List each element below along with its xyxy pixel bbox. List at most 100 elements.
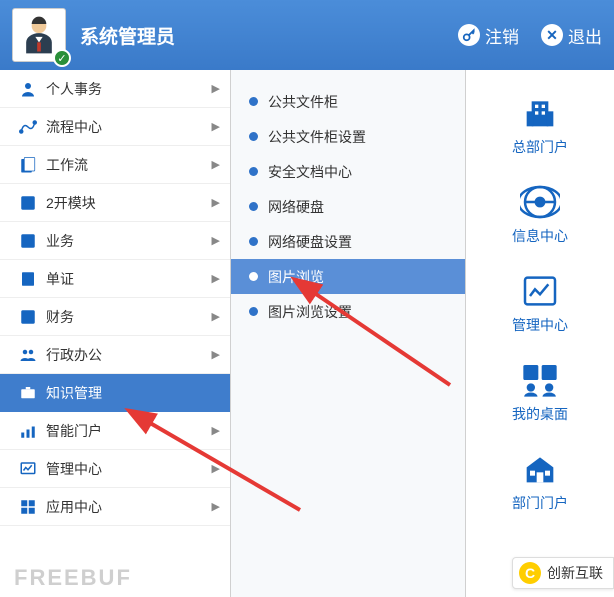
bullet-icon bbox=[249, 307, 258, 316]
app-header: ✓ 系统管理员 注销 ✕ 退出 bbox=[0, 0, 614, 70]
sub-nav-label: 网络硬盘设置 bbox=[268, 232, 352, 252]
info-icon bbox=[519, 181, 561, 223]
module-icon bbox=[18, 193, 38, 213]
right-nav-item-1[interactable]: 信息中心 bbox=[466, 173, 614, 254]
key-icon bbox=[458, 24, 480, 46]
manage-icon bbox=[18, 459, 38, 479]
right-nav-label: 信息中心 bbox=[512, 226, 568, 246]
sub-nav-label: 网络硬盘 bbox=[268, 197, 324, 217]
sub-nav: 公共文件柜公共文件柜设置安全文档中心网络硬盘网络硬盘设置图片浏览图片浏览设置 bbox=[231, 70, 466, 597]
left-nav-item-10[interactable]: 管理中心▶ bbox=[0, 450, 230, 488]
left-nav-label: 管理中心 bbox=[46, 459, 212, 479]
right-nav-label: 部门门户 bbox=[512, 493, 568, 513]
sub-nav-item-1[interactable]: 公共文件柜设置 bbox=[231, 119, 465, 154]
left-nav-item-5[interactable]: 单证▶ bbox=[0, 260, 230, 298]
left-nav-item-0[interactable]: 个人事务▶ bbox=[0, 70, 230, 108]
hq-icon bbox=[519, 92, 561, 134]
left-nav-label: 智能门户 bbox=[46, 421, 212, 441]
left-nav-item-4[interactable]: 业务▶ bbox=[0, 222, 230, 260]
sub-nav-item-0[interactable]: 公共文件柜 bbox=[231, 84, 465, 119]
right-nav: 总部门户信息中心管理中心我的桌面部门门户 bbox=[466, 70, 614, 597]
apps-icon bbox=[18, 497, 38, 517]
sub-nav-item-5[interactable]: 图片浏览 bbox=[231, 259, 465, 294]
left-nav-label: 个人事务 bbox=[46, 79, 212, 99]
left-nav-label: 流程中心 bbox=[46, 117, 212, 137]
bullet-icon bbox=[249, 132, 258, 141]
bullet-icon bbox=[249, 97, 258, 106]
left-nav-item-6[interactable]: 财务▶ bbox=[0, 298, 230, 336]
chevron-right-icon: ▶ bbox=[212, 424, 220, 437]
portal-icon bbox=[18, 421, 38, 441]
left-nav-label: 工作流 bbox=[46, 155, 212, 175]
right-nav-item-3[interactable]: 我的桌面 bbox=[466, 351, 614, 432]
bullet-icon bbox=[249, 167, 258, 176]
sub-nav-label: 安全文档中心 bbox=[268, 162, 352, 182]
brand-logo-icon: C bbox=[519, 562, 541, 584]
chevron-right-icon: ▶ bbox=[212, 120, 220, 133]
chevron-right-icon: ▶ bbox=[212, 272, 220, 285]
flow-icon bbox=[18, 117, 38, 137]
sub-nav-label: 图片浏览设置 bbox=[268, 302, 352, 322]
left-nav-label: 2开模块 bbox=[46, 193, 212, 213]
desktop-icon bbox=[519, 359, 561, 401]
status-badge-icon: ✓ bbox=[53, 49, 71, 67]
chevron-right-icon: ▶ bbox=[212, 462, 220, 475]
left-nav-label: 财务 bbox=[46, 307, 212, 327]
form-icon bbox=[18, 269, 38, 289]
left-nav-label: 行政办公 bbox=[46, 345, 212, 365]
right-nav-item-2[interactable]: 管理中心 bbox=[466, 262, 614, 343]
brand-text: 创新互联 bbox=[547, 563, 603, 583]
right-nav-label: 我的桌面 bbox=[512, 404, 568, 424]
chevron-right-icon: ▶ bbox=[212, 234, 220, 247]
sub-nav-item-6[interactable]: 图片浏览设置 bbox=[231, 294, 465, 329]
avatar[interactable]: ✓ bbox=[12, 8, 66, 62]
left-nav-label: 业务 bbox=[46, 231, 212, 251]
chevron-right-icon: ▶ bbox=[212, 500, 220, 513]
sub-nav-label: 公共文件柜设置 bbox=[268, 127, 366, 147]
chevron-right-icon: ▶ bbox=[212, 348, 220, 361]
right-nav-item-0[interactable]: 总部门户 bbox=[466, 84, 614, 165]
sub-nav-label: 图片浏览 bbox=[268, 267, 324, 287]
right-nav-label: 管理中心 bbox=[512, 315, 568, 335]
watermark: FREEBUF bbox=[14, 565, 132, 591]
chevron-right-icon: ▶ bbox=[212, 158, 220, 171]
left-nav-item-1[interactable]: 流程中心▶ bbox=[0, 108, 230, 146]
chart-icon bbox=[519, 270, 561, 312]
logout-button[interactable]: 注销 bbox=[458, 23, 519, 48]
left-nav-label: 单证 bbox=[46, 269, 212, 289]
bullet-icon bbox=[249, 272, 258, 281]
left-nav-item-11[interactable]: 应用中心▶ bbox=[0, 488, 230, 526]
chevron-right-icon: ▶ bbox=[212, 310, 220, 323]
logout-label: 注销 bbox=[485, 23, 519, 48]
person-icon bbox=[18, 79, 38, 99]
sub-nav-item-4[interactable]: 网络硬盘设置 bbox=[231, 224, 465, 259]
left-nav-label: 应用中心 bbox=[46, 497, 212, 517]
finance-icon bbox=[18, 307, 38, 327]
close-icon: ✕ bbox=[541, 24, 563, 46]
chevron-right-icon: ▶ bbox=[212, 196, 220, 209]
left-nav-item-9[interactable]: 智能门户▶ bbox=[0, 412, 230, 450]
header-actions: 注销 ✕ 退出 bbox=[458, 23, 602, 48]
dept-icon bbox=[519, 448, 561, 490]
bullet-icon bbox=[249, 237, 258, 246]
left-nav-item-8[interactable]: 知识管理 bbox=[0, 374, 230, 412]
right-nav-item-4[interactable]: 部门门户 bbox=[466, 440, 614, 521]
brand-badge: C 创新互联 bbox=[512, 557, 614, 589]
left-nav: 个人事务▶流程中心▶工作流▶2开模块▶业务▶单证▶财务▶行政办公▶知识管理智能门… bbox=[0, 70, 231, 597]
biz-icon bbox=[18, 231, 38, 251]
person-avatar-icon bbox=[17, 13, 61, 57]
main-content: 个人事务▶流程中心▶工作流▶2开模块▶业务▶单证▶财务▶行政办公▶知识管理智能门… bbox=[0, 70, 614, 597]
left-nav-item-3[interactable]: 2开模块▶ bbox=[0, 184, 230, 222]
knowledge-icon bbox=[18, 383, 38, 403]
workflow-icon bbox=[18, 155, 38, 175]
sub-nav-label: 公共文件柜 bbox=[268, 92, 338, 112]
exit-button[interactable]: ✕ 退出 bbox=[541, 23, 602, 48]
sub-nav-item-3[interactable]: 网络硬盘 bbox=[231, 189, 465, 224]
page-title: 系统管理员 bbox=[80, 22, 175, 49]
right-nav-label: 总部门户 bbox=[512, 137, 568, 157]
left-nav-item-2[interactable]: 工作流▶ bbox=[0, 146, 230, 184]
chevron-right-icon: ▶ bbox=[212, 82, 220, 95]
office-icon bbox=[18, 345, 38, 365]
sub-nav-item-2[interactable]: 安全文档中心 bbox=[231, 154, 465, 189]
left-nav-item-7[interactable]: 行政办公▶ bbox=[0, 336, 230, 374]
